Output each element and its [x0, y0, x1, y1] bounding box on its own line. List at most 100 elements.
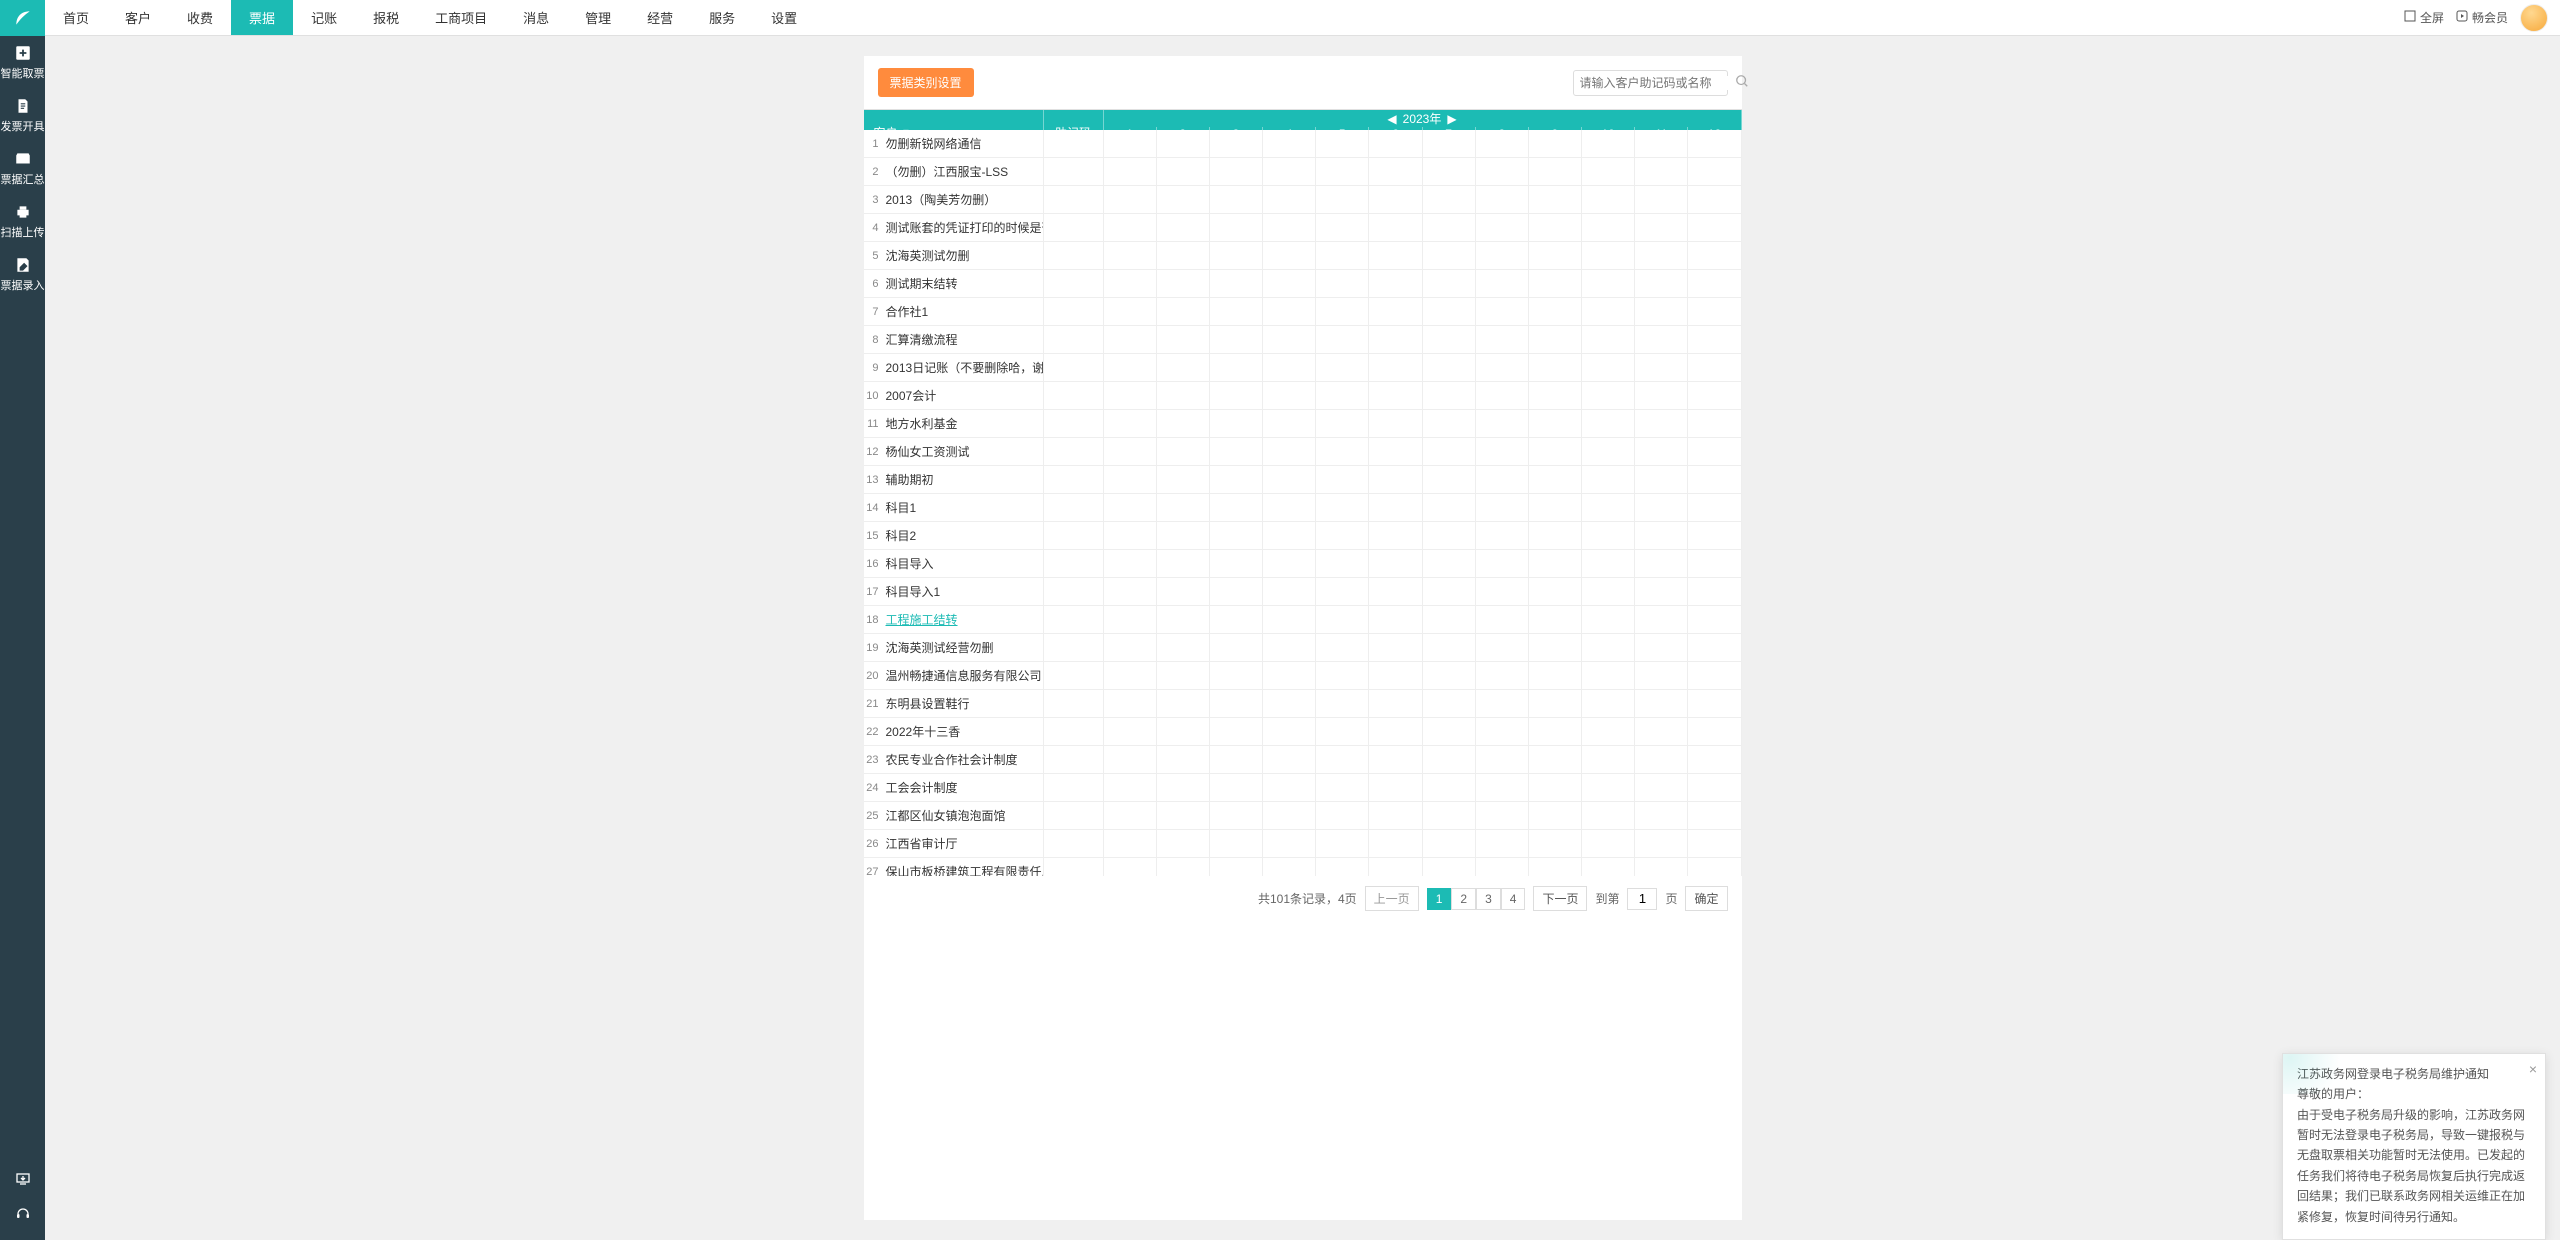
row-month-cell[interactable] — [1529, 690, 1582, 717]
row-month-cell[interactable] — [1157, 718, 1210, 745]
row-month-cell[interactable] — [1582, 214, 1635, 241]
row-month-cell[interactable] — [1316, 130, 1369, 157]
row-month-cell[interactable] — [1104, 410, 1157, 437]
row-month-cell[interactable] — [1369, 634, 1422, 661]
row-month-cell[interactable] — [1529, 438, 1582, 465]
row-month-cell[interactable] — [1263, 634, 1316, 661]
row-month-cell[interactable] — [1582, 606, 1635, 633]
row-month-cell[interactable] — [1423, 354, 1476, 381]
row-month-cell[interactable] — [1529, 158, 1582, 185]
row-month-cell[interactable] — [1688, 186, 1741, 213]
row-month-cell[interactable] — [1582, 746, 1635, 773]
row-month-cell[interactable] — [1688, 130, 1741, 157]
pager-confirm[interactable]: 确定 — [1685, 886, 1727, 911]
row-month-cell[interactable] — [1423, 578, 1476, 605]
row-month-cell[interactable] — [1263, 326, 1316, 353]
row-month-cell[interactable] — [1529, 858, 1582, 876]
row-month-cell[interactable] — [1263, 774, 1316, 801]
row-month-cell[interactable] — [1316, 354, 1369, 381]
row-month-cell[interactable] — [1635, 130, 1688, 157]
table-row[interactable]: 12杨仙女工资测试 — [864, 438, 1742, 466]
row-month-cell[interactable] — [1423, 158, 1476, 185]
table-row[interactable]: 14科目1 — [864, 494, 1742, 522]
row-month-cell[interactable] — [1476, 326, 1529, 353]
row-month-cell[interactable] — [1263, 662, 1316, 689]
row-month-cell[interactable] — [1529, 214, 1582, 241]
row-month-cell[interactable] — [1104, 382, 1157, 409]
row-month-cell[interactable] — [1263, 382, 1316, 409]
table-body[interactable]: 1勿删新锐网络通信2（勿删）江西服宝-LSS32013（陶美芳勿删）4测试账套的… — [864, 130, 1742, 876]
row-month-cell[interactable] — [1316, 522, 1369, 549]
row-month-cell[interactable] — [1157, 326, 1210, 353]
row-month-cell[interactable] — [1688, 634, 1741, 661]
row-month-cell[interactable] — [1210, 326, 1263, 353]
row-month-cell[interactable] — [1529, 270, 1582, 297]
row-month-cell[interactable] — [1582, 354, 1635, 381]
row-month-cell[interactable] — [1476, 158, 1529, 185]
row-month-cell[interactable] — [1476, 522, 1529, 549]
row-month-cell[interactable] — [1476, 830, 1529, 857]
row-month-cell[interactable] — [1210, 214, 1263, 241]
table-row[interactable]: 18工程施工结转 — [864, 606, 1742, 634]
row-month-cell[interactable] — [1316, 858, 1369, 876]
row-month-cell[interactable] — [1157, 466, 1210, 493]
topnav-item-11[interactable]: 设置 — [753, 0, 815, 35]
row-month-cell[interactable] — [1263, 550, 1316, 577]
row-month-cell[interactable] — [1423, 830, 1476, 857]
row-month-cell[interactable] — [1582, 690, 1635, 717]
row-month-cell[interactable] — [1423, 298, 1476, 325]
row-month-cell[interactable] — [1369, 830, 1422, 857]
row-month-cell[interactable] — [1582, 466, 1635, 493]
row-month-cell[interactable] — [1369, 186, 1422, 213]
table-row[interactable]: 17科目导入1 — [864, 578, 1742, 606]
table-row[interactable]: 92013日记账（不要删除哈，谢... — [864, 354, 1742, 382]
row-month-cell[interactable] — [1316, 438, 1369, 465]
row-month-cell[interactable] — [1635, 746, 1688, 773]
year-next-icon[interactable]: ▶ — [1447, 112, 1456, 126]
row-month-cell[interactable] — [1263, 802, 1316, 829]
row-month-cell[interactable] — [1476, 354, 1529, 381]
row-month-cell[interactable] — [1635, 718, 1688, 745]
row-month-cell[interactable] — [1263, 270, 1316, 297]
row-month-cell[interactable] — [1316, 214, 1369, 241]
row-month-cell[interactable] — [1529, 830, 1582, 857]
row-month-cell[interactable] — [1688, 354, 1741, 381]
row-month-cell[interactable] — [1688, 326, 1741, 353]
row-month-cell[interactable] — [1476, 130, 1529, 157]
row-month-cell[interactable] — [1104, 354, 1157, 381]
sidebar-support[interactable] — [0, 1196, 45, 1230]
search-icon[interactable] — [1735, 74, 1749, 91]
row-month-cell[interactable] — [1369, 494, 1422, 521]
table-row[interactable]: 222022年十三香 — [864, 718, 1742, 746]
table-row[interactable]: 20温州畅捷通信息服务有限公司 — [864, 662, 1742, 690]
row-month-cell[interactable] — [1157, 662, 1210, 689]
row-month-cell[interactable] — [1635, 298, 1688, 325]
row-month-cell[interactable] — [1582, 774, 1635, 801]
row-month-cell[interactable] — [1104, 606, 1157, 633]
row-month-cell[interactable] — [1157, 186, 1210, 213]
row-month-cell[interactable] — [1582, 382, 1635, 409]
row-month-cell[interactable] — [1316, 242, 1369, 269]
row-month-cell[interactable] — [1635, 802, 1688, 829]
pager-prev[interactable]: 上一页 — [1365, 886, 1419, 911]
row-month-cell[interactable] — [1316, 578, 1369, 605]
row-month-cell[interactable] — [1316, 466, 1369, 493]
row-month-cell[interactable] — [1157, 494, 1210, 521]
row-month-cell[interactable] — [1635, 382, 1688, 409]
row-month-cell[interactable] — [1263, 830, 1316, 857]
row-month-cell[interactable] — [1529, 382, 1582, 409]
pager-page-2[interactable]: 2 — [1451, 888, 1476, 910]
row-month-cell[interactable] — [1635, 326, 1688, 353]
row-month-cell[interactable] — [1688, 522, 1741, 549]
sidebar-item-4[interactable]: 票据录入 — [0, 248, 45, 301]
row-month-cell[interactable] — [1529, 634, 1582, 661]
row-month-cell[interactable] — [1529, 494, 1582, 521]
row-month-cell[interactable] — [1423, 662, 1476, 689]
logo[interactable] — [0, 0, 45, 36]
row-month-cell[interactable] — [1369, 410, 1422, 437]
row-month-cell[interactable] — [1104, 214, 1157, 241]
row-month-cell[interactable] — [1529, 550, 1582, 577]
row-month-cell[interactable] — [1476, 494, 1529, 521]
row-month-cell[interactable] — [1369, 158, 1422, 185]
row-month-cell[interactable] — [1104, 158, 1157, 185]
